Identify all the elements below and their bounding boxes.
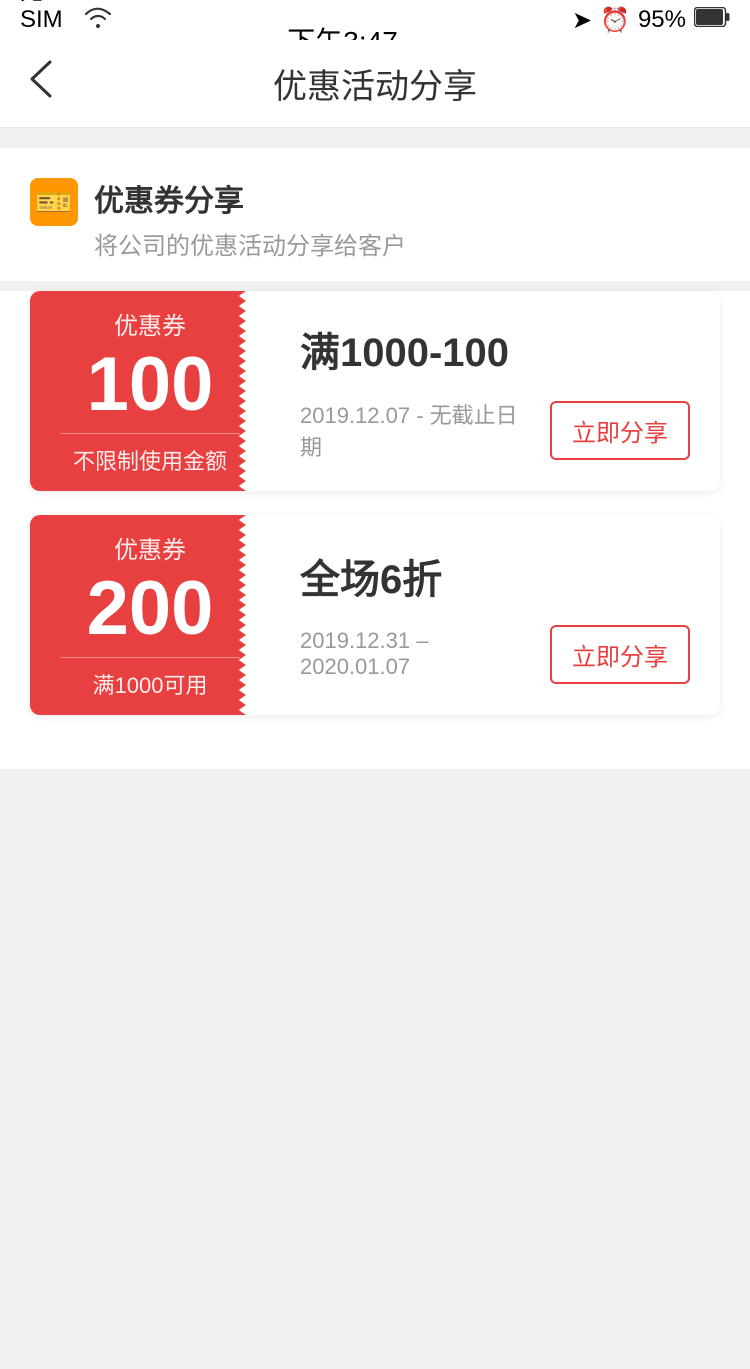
coupon-list: 优惠券 100 不限制使用金额 满1000-100 2019.12.07 - 无… — [0, 291, 750, 769]
coupon-ticket-2: 优惠券 200 满1000可用 — [30, 515, 270, 715]
location-icon: ➤ — [572, 6, 592, 35]
section-header: 🎫 优惠券分享 将公司的优惠活动分享给客户 — [0, 148, 750, 281]
coupon-condition-1: 不限制使用金额 — [73, 444, 227, 476]
coupon-share-icon: 🎫 — [30, 178, 78, 226]
battery-text: 95% — [638, 6, 686, 34]
coupon-name-2: 全场6折 — [300, 547, 690, 605]
coupon-meta-1: 2019.12.07 - 无截止日期 立即分享 — [300, 398, 690, 462]
coupon-right-1: 满1000-100 2019.12.07 - 无截止日期 立即分享 — [270, 291, 720, 491]
coupon-divider-1 — [60, 433, 240, 434]
coupon-name-1: 满1000-100 — [300, 320, 690, 378]
section-text-block: 优惠券分享 将公司的优惠活动分享给客户 — [94, 176, 406, 261]
coupon-card-1: 优惠券 100 不限制使用金额 满1000-100 2019.12.07 - 无… — [30, 291, 720, 491]
back-button[interactable] — [30, 60, 52, 108]
coupon-date-2: 2019.12.31 – 2020.01.07 — [300, 628, 530, 680]
page-title: 优惠活动分享 — [273, 59, 477, 108]
coupon-divider-2 — [60, 657, 240, 658]
share-button-2[interactable]: 立即分享 — [550, 625, 690, 684]
coupon-condition-2: 满1000可用 — [93, 668, 208, 700]
nav-bar: 优惠活动分享 — [0, 40, 750, 128]
coupon-meta-2: 2019.12.31 – 2020.01.07 立即分享 — [300, 625, 690, 684]
status-right: ➤ ⏰ 95% — [572, 6, 730, 35]
status-bar: 无 SIM 卡 下午3:47 ➤ ⏰ 95% — [0, 0, 750, 40]
coupon-card-2: 优惠券 200 满1000可用 全场6折 2019.12.31 – 2020.0… — [30, 515, 720, 715]
wifi-icon — [83, 6, 113, 35]
section-title: 优惠券分享 — [94, 176, 406, 220]
alarm-icon: ⏰ — [600, 6, 630, 35]
coupon-label-2: 优惠券 — [114, 530, 186, 565]
share-button-1[interactable]: 立即分享 — [550, 401, 690, 460]
coupon-amount-1: 100 — [87, 347, 214, 423]
top-separator — [0, 128, 750, 148]
empty-area — [0, 769, 750, 1369]
coupon-date-1: 2019.12.07 - 无截止日期 — [300, 398, 530, 462]
coupon-right-2: 全场6折 2019.12.31 – 2020.01.07 立即分享 — [270, 515, 720, 715]
battery-icon — [694, 6, 730, 34]
section-desc: 将公司的优惠活动分享给客户 — [94, 226, 406, 261]
coupon-label-1: 优惠券 — [114, 306, 186, 341]
coupon-ticket-1: 优惠券 100 不限制使用金额 — [30, 291, 270, 491]
coupon-amount-2: 200 — [87, 571, 214, 647]
